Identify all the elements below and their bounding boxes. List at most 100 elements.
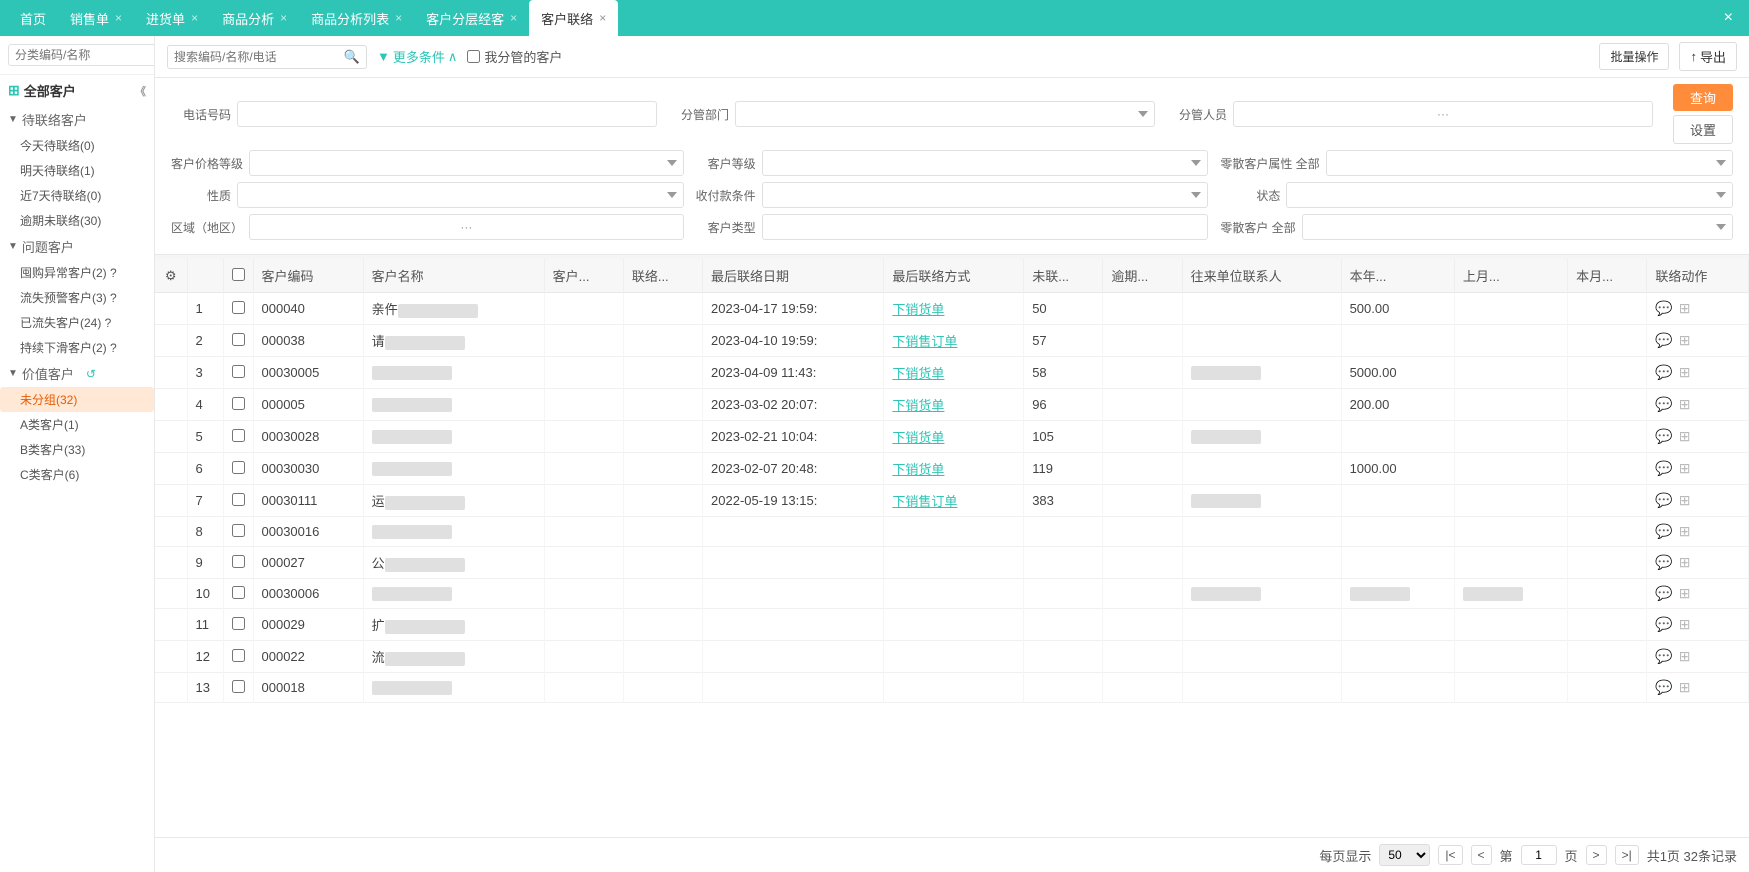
row-check[interactable] <box>223 389 253 421</box>
filter-select-retail-customer[interactable] <box>1302 214 1733 240</box>
sidebar-item-a-class[interactable]: A类客户(1) <box>0 412 154 437</box>
nav-tab-close-customer-segment[interactable]: × <box>510 11 517 25</box>
row-last-way-link[interactable]: 下销货单 <box>892 366 944 381</box>
chat-icon[interactable]: 💬 <box>1655 616 1672 633</box>
row-check[interactable] <box>223 641 253 673</box>
sidebar-item-overdue[interactable]: 逾期未联络(30) <box>0 208 154 233</box>
chat-icon[interactable]: 💬 <box>1655 332 1672 349</box>
first-page-button[interactable]: |< <box>1438 845 1462 865</box>
query-button[interactable]: 查询 <box>1673 84 1733 111</box>
grid-action-icon[interactable]: ⊞ <box>1679 492 1691 509</box>
row-last-way-link[interactable]: 下销售订单 <box>892 494 957 509</box>
row-check[interactable] <box>223 609 253 641</box>
nav-tab-customer-segment[interactable]: 客户分层经客× <box>414 0 529 36</box>
row-last-way[interactable] <box>884 673 1024 703</box>
chat-icon[interactable]: 💬 <box>1655 300 1672 317</box>
row-checkbox[interactable] <box>232 586 245 599</box>
grid-action-icon[interactable]: ⊞ <box>1679 679 1691 696</box>
row-last-way-link[interactable]: 下销货单 <box>892 398 944 413</box>
nav-tab-close-analysis-list[interactable]: × <box>395 11 402 25</box>
sidebar-item-7days[interactable]: 近7天待联络(0) <box>0 183 154 208</box>
sidebar-item-today[interactable]: 今天待联络(0) <box>0 133 154 158</box>
chat-icon[interactable]: 💬 <box>1655 364 1672 381</box>
nav-tab-analysis[interactable]: 商品分析× <box>210 0 299 36</box>
grid-action-icon[interactable]: ⊞ <box>1679 332 1691 349</box>
grid-action-icon[interactable]: ⊞ <box>1679 396 1691 413</box>
row-checkbox[interactable] <box>232 555 245 568</box>
row-last-way[interactable] <box>884 609 1024 641</box>
row-checkbox[interactable] <box>232 680 245 693</box>
page-number-input[interactable] <box>1521 845 1557 865</box>
batch-ops-button[interactable]: 批量操作 <box>1599 43 1669 70</box>
row-check[interactable] <box>223 357 253 389</box>
nav-tab-close-customer-contact[interactable]: × <box>599 11 606 25</box>
chat-icon[interactable]: 💬 <box>1655 585 1672 602</box>
sidebar-item-c-class[interactable]: C类客户(6) <box>0 462 154 487</box>
row-check[interactable] <box>223 421 253 453</box>
filter-input-phone[interactable] <box>237 101 657 127</box>
prev-page-button[interactable]: < <box>1471 845 1492 865</box>
sidebar-group-value[interactable]: ▼价值客户↺ <box>0 360 154 387</box>
nav-tab-close-analysis[interactable]: × <box>280 11 287 25</box>
grid-action-icon[interactable]: ⊞ <box>1679 523 1691 540</box>
chat-icon[interactable]: 💬 <box>1655 460 1672 477</box>
filter-more-conditions[interactable]: ▼ 更多条件 ∧ <box>377 47 457 66</box>
chat-icon[interactable]: 💬 <box>1655 679 1672 696</box>
row-check[interactable] <box>223 293 253 325</box>
row-last-way[interactable] <box>884 579 1024 609</box>
row-last-way-link[interactable]: 下销货单 <box>892 430 944 445</box>
refresh-icon-value[interactable]: ↺ <box>86 367 96 381</box>
grid-action-icon[interactable]: ⊞ <box>1679 648 1691 665</box>
chat-icon[interactable]: 💬 <box>1655 523 1672 540</box>
filter-select-price-level[interactable] <box>249 150 684 176</box>
filter-select-level[interactable] <box>762 150 1209 176</box>
grid-action-icon[interactable]: ⊞ <box>1679 585 1691 602</box>
filter-input-cust-type[interactable] <box>762 214 1209 240</box>
chat-icon[interactable]: 💬 <box>1655 396 1672 413</box>
row-checkbox[interactable] <box>232 397 245 410</box>
nav-tab-close-purchase[interactable]: × <box>191 11 198 25</box>
row-check[interactable] <box>223 673 253 703</box>
window-close-button[interactable]: × <box>1716 9 1741 27</box>
row-last-way[interactable]: 下销货单 <box>884 453 1024 485</box>
sidebar-group-pending[interactable]: ▼待联络客户 <box>0 106 154 133</box>
row-checkbox[interactable] <box>232 429 245 442</box>
row-checkbox[interactable] <box>232 649 245 662</box>
row-last-way[interactable]: 下销货单 <box>884 421 1024 453</box>
row-checkbox[interactable] <box>232 333 245 346</box>
filter-select-payment[interactable] <box>762 182 1209 208</box>
filter-search-icon[interactable]: 🔍 <box>344 49 360 65</box>
sidebar-item-tomorrow[interactable]: 明天待联络(1) <box>0 158 154 183</box>
select-all-checkbox[interactable] <box>232 268 245 281</box>
filter-more-manager[interactable]: ··· <box>1233 101 1653 127</box>
sidebar-item-b-class[interactable]: B类客户(33) <box>0 437 154 462</box>
grid-action-icon[interactable]: ⊞ <box>1679 616 1691 633</box>
chat-icon[interactable]: 💬 <box>1655 492 1672 509</box>
row-last-way[interactable]: 下销货单 <box>884 357 1024 389</box>
chat-icon[interactable]: 💬 <box>1655 648 1672 665</box>
row-last-way[interactable]: 下销货单 <box>884 293 1024 325</box>
sidebar-search-input[interactable] <box>8 44 155 66</box>
row-last-way-link[interactable]: 下销货单 <box>892 302 944 317</box>
row-last-way-link[interactable]: 下销售订单 <box>892 334 957 349</box>
chat-icon[interactable]: 💬 <box>1655 428 1672 445</box>
row-checkbox[interactable] <box>232 461 245 474</box>
grid-action-icon[interactable]: ⊞ <box>1679 364 1691 381</box>
nav-tab-customer-contact[interactable]: 客户联络× <box>529 0 618 36</box>
grid-action-icon[interactable]: ⊞ <box>1679 300 1691 317</box>
row-last-way[interactable]: 下销售订单 <box>884 325 1024 357</box>
sidebar-item-lost[interactable]: 已流失客户(24) ? <box>0 310 154 335</box>
sidebar-item-abnormal[interactable]: 囤购异常客户(2) ? <box>0 260 154 285</box>
row-checkbox[interactable] <box>232 524 245 537</box>
row-check[interactable] <box>223 453 253 485</box>
nav-home[interactable]: 首页 <box>8 9 58 28</box>
filter-more-region[interactable]: ··· <box>249 214 684 240</box>
row-last-way[interactable] <box>884 641 1024 673</box>
next-page-button[interactable]: > <box>1586 845 1607 865</box>
row-last-way[interactable] <box>884 517 1024 547</box>
row-last-way[interactable]: 下销货单 <box>884 389 1024 421</box>
nav-tab-close-sales[interactable]: × <box>115 11 122 25</box>
row-last-way-link[interactable]: 下销货单 <box>892 462 944 477</box>
row-last-way[interactable] <box>884 547 1024 579</box>
filter-search-input[interactable] <box>174 50 344 64</box>
